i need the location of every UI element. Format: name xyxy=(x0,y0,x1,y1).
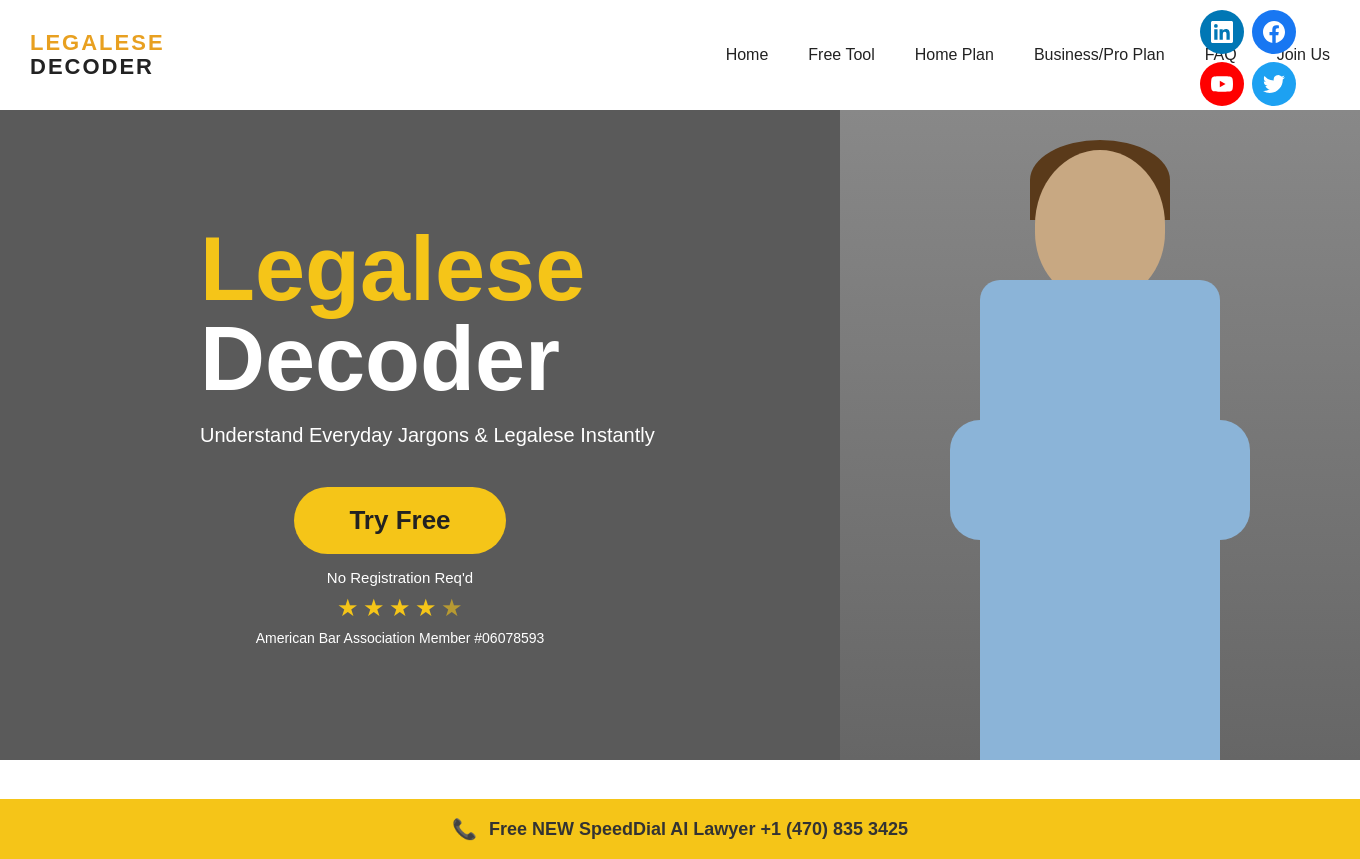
hero-subtitle: Understand Everyday Jargons & Legalese I… xyxy=(200,424,655,447)
nav-home-plan[interactable]: Home Plan xyxy=(915,46,994,64)
header: LEGALESE DECODER Home Free Tool Home Pla… xyxy=(0,0,1360,110)
logo-top: LEGALESE xyxy=(30,31,165,55)
bottom-bar-text: Free NEW SpeedDial AI Lawyer +1 (470) 83… xyxy=(489,819,908,840)
star-2: ★ xyxy=(363,594,385,622)
nav-business-pro-plan[interactable]: Business/Pro Plan xyxy=(1034,46,1165,64)
nav-home[interactable]: Home xyxy=(726,46,769,64)
star-5-half: ★ xyxy=(441,594,463,622)
hero-content: Legalese Decoder Understand Everyday Jar… xyxy=(0,224,655,646)
star-3: ★ xyxy=(389,594,411,622)
hero-section: Legalese Decoder Understand Everyday Jar… xyxy=(0,110,1360,760)
no-registration-text: No Registration Req'd xyxy=(200,569,600,586)
linkedin-icon[interactable] xyxy=(1200,10,1244,54)
person-figure xyxy=(890,120,1310,760)
person-arms xyxy=(950,420,1250,540)
nav-free-tool[interactable]: Free Tool xyxy=(808,46,874,64)
youtube-icon[interactable] xyxy=(1200,62,1244,106)
star-rating: ★ ★ ★ ★ ★ xyxy=(200,594,600,622)
facebook-icon[interactable] xyxy=(1252,10,1296,54)
bottom-cta-bar[interactable]: 📞 Free NEW SpeedDial AI Lawyer +1 (470) … xyxy=(0,799,1360,859)
hero-person-image xyxy=(840,110,1360,760)
hero-title-yellow: Legalese xyxy=(200,224,655,314)
hero-title-white: Decoder xyxy=(200,314,655,404)
phone-icon: 📞 xyxy=(452,817,477,841)
aba-member-text: American Bar Association Member #0607859… xyxy=(200,630,600,646)
star-4: ★ xyxy=(415,594,437,622)
twitter-icon[interactable] xyxy=(1252,62,1296,106)
logo[interactable]: LEGALESE DECODER xyxy=(30,31,165,79)
try-free-button[interactable]: Try Free xyxy=(294,487,505,554)
social-icons xyxy=(1200,10,1330,106)
logo-bottom: DECODER xyxy=(30,55,165,79)
star-1: ★ xyxy=(337,594,359,622)
